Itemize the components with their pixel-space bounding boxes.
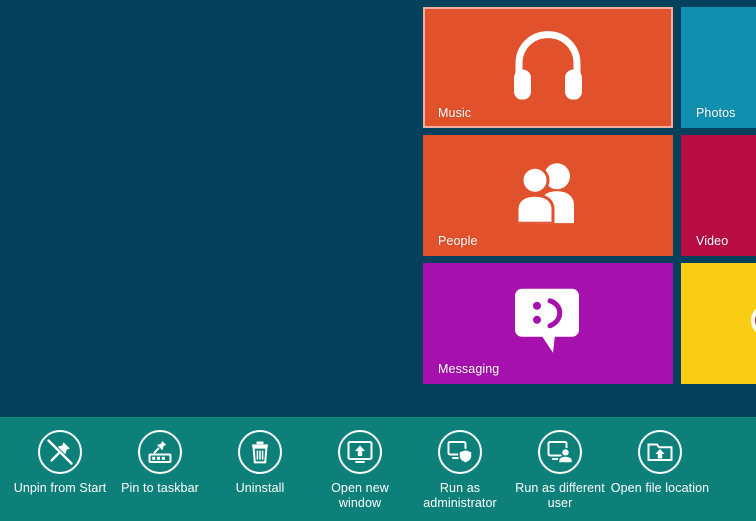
command-run-as-different-user[interactable]: Run as different user: [510, 430, 610, 511]
command-unpin-from-start[interactable]: Unpin from Start: [10, 430, 110, 496]
tile-label: Photos: [696, 106, 736, 120]
command-label: Unpin from Start: [13, 481, 107, 495]
red-badge-icon: [737, 291, 756, 349]
tile-games[interactable]: [681, 263, 756, 384]
headphones-icon: [423, 27, 673, 100]
command-open-file-location[interactable]: Open file location: [610, 430, 710, 496]
command-label: Uninstall: [235, 481, 285, 495]
monitor-arrow-up-icon: [338, 430, 382, 474]
command-run-as-administrator[interactable]: Run as administrator: [410, 430, 510, 511]
people-icon: [423, 161, 673, 223]
messaging-smiley-icon: [423, 284, 673, 354]
tile-people[interactable]: People: [423, 135, 673, 256]
command-open-new-window[interactable]: Open new window: [310, 430, 410, 511]
tile-photos[interactable]: Photos: [681, 7, 756, 128]
tile-grid: Music Photos People Video Messaging: [423, 7, 756, 385]
app-bar: Unpin from Start Pin to taskbar Uninstal…: [0, 417, 756, 521]
monitor-shield-icon: [438, 430, 482, 474]
tile-label: Video: [696, 234, 729, 248]
start-screen: Music Photos People Video Messaging Unpi…: [0, 0, 756, 521]
tile-label: Messaging: [438, 362, 500, 376]
folder-arrow-up-icon: [638, 430, 682, 474]
tile-video[interactable]: Video: [681, 135, 756, 256]
command-label: Run as administrator: [423, 481, 497, 510]
command-uninstall[interactable]: Uninstall: [210, 430, 310, 496]
command-pin-to-taskbar[interactable]: Pin to taskbar: [110, 430, 210, 496]
tile-label: People: [438, 234, 478, 248]
tile-label: Music: [438, 106, 472, 120]
tile-messaging[interactable]: Messaging: [423, 263, 673, 384]
pin-taskbar-icon: [138, 430, 182, 474]
command-label: Open new window: [331, 481, 389, 510]
command-label: Pin to taskbar: [121, 481, 199, 495]
unpin-icon: [38, 430, 82, 474]
command-label: Run as different user: [515, 481, 605, 510]
tile-music[interactable]: Music: [423, 7, 673, 128]
command-label: Open file location: [610, 481, 710, 495]
monitor-person-icon: [538, 430, 582, 474]
trash-icon: [238, 430, 282, 474]
